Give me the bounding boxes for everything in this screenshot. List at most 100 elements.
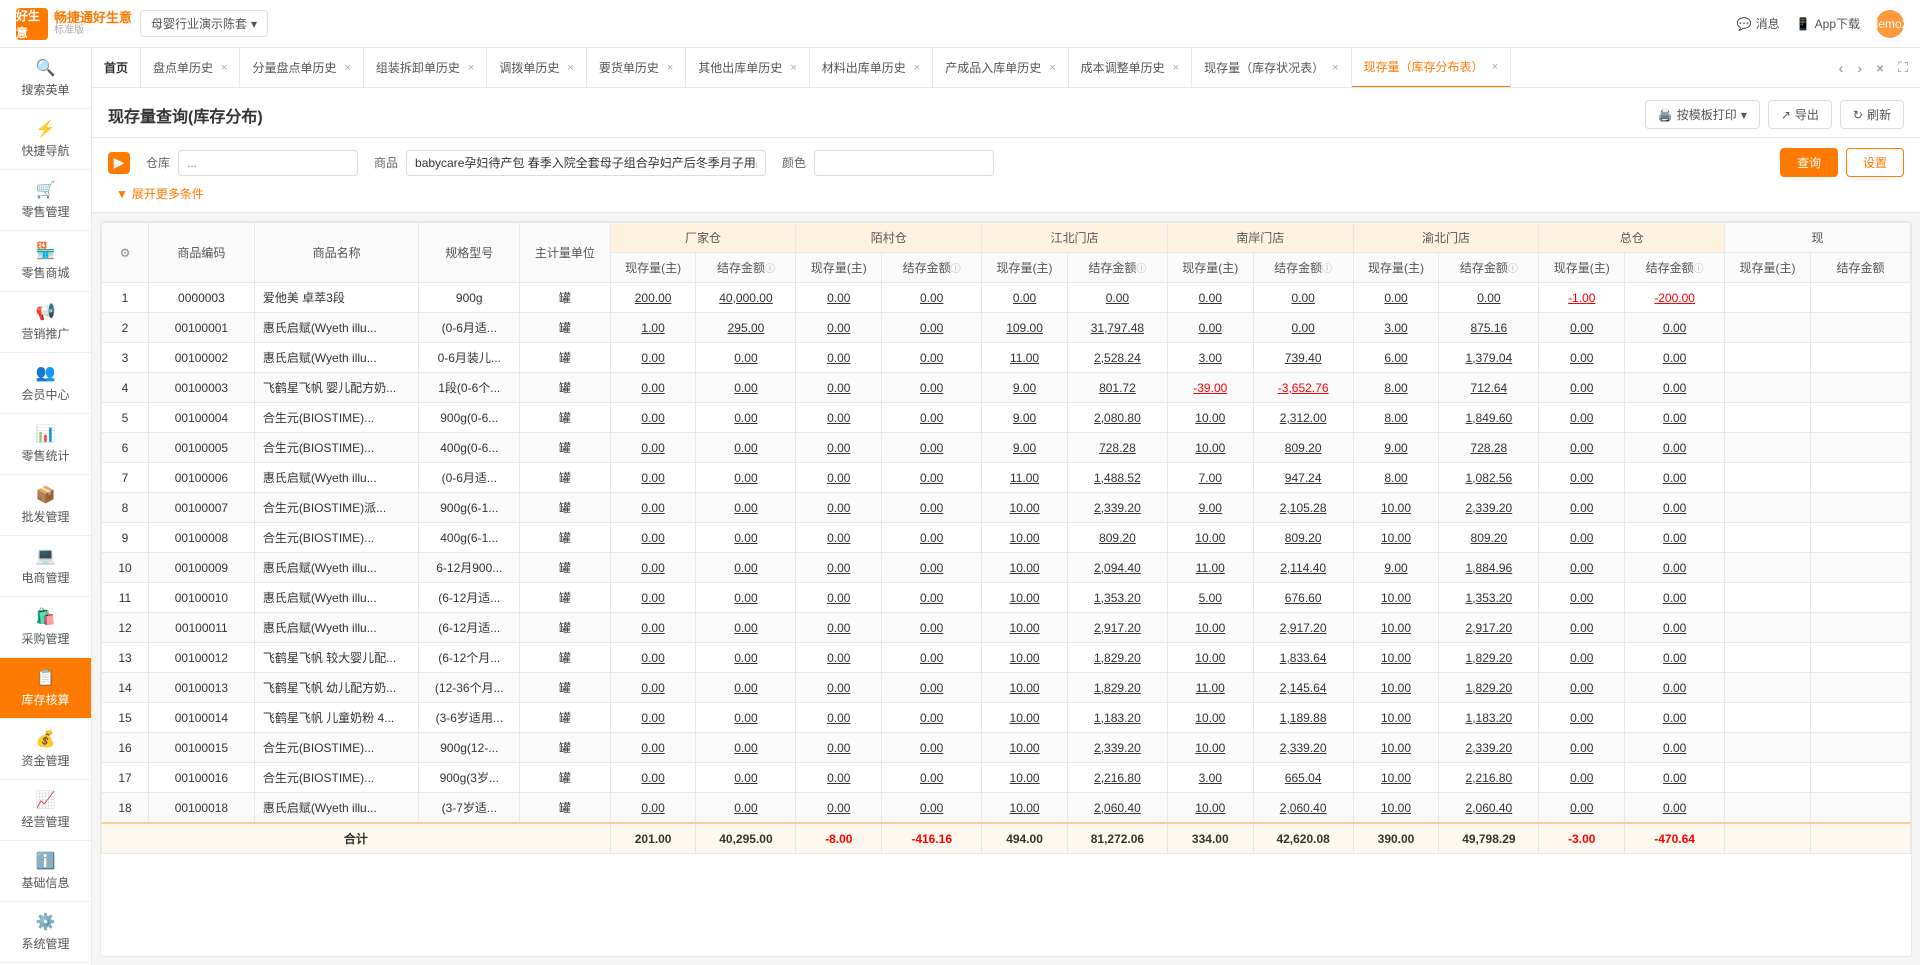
cell-value[interactable]: 0.00 bbox=[1570, 381, 1593, 395]
cell-value[interactable]: 1,829.20 bbox=[1466, 651, 1513, 665]
cell-value[interactable]: 0.00 bbox=[827, 471, 850, 485]
close-tab-7[interactable]: × bbox=[1049, 62, 1055, 74]
expand-toggle[interactable]: ▶ bbox=[108, 152, 130, 174]
sidebar-item-marketing[interactable]: 📢 营销推广 bbox=[0, 292, 91, 353]
cell-value[interactable]: 0.00 bbox=[1570, 321, 1593, 335]
cell-value[interactable]: 676.60 bbox=[1285, 591, 1322, 605]
cell-value[interactable]: 0.00 bbox=[1663, 711, 1686, 725]
cell-value[interactable]: 0.00 bbox=[1570, 741, 1593, 755]
cell-value[interactable]: -1.00 bbox=[1568, 291, 1595, 305]
refresh-btn[interactable]: ↻ 刷新 bbox=[1840, 100, 1904, 129]
cell-value[interactable]: 2,339.20 bbox=[1466, 741, 1513, 755]
close-tab-3[interactable]: × bbox=[567, 62, 573, 74]
cell-value[interactable]: 10.00 bbox=[1381, 651, 1411, 665]
cell-value[interactable]: 1,829.20 bbox=[1466, 681, 1513, 695]
cell-value[interactable]: 0.00 bbox=[1663, 771, 1686, 785]
nav-close-all[interactable]: × bbox=[1872, 58, 1888, 78]
cell-value[interactable]: 0.00 bbox=[1663, 561, 1686, 575]
cell-value[interactable]: 0.00 bbox=[1570, 411, 1593, 425]
cell-value[interactable]: 0.00 bbox=[641, 681, 664, 695]
cell-value[interactable]: 0.00 bbox=[827, 591, 850, 605]
cell-value[interactable]: 1,082.56 bbox=[1466, 471, 1513, 485]
cell-value[interactable]: 0.00 bbox=[734, 741, 757, 755]
avatar[interactable]: demo2 bbox=[1876, 10, 1904, 38]
cell-value[interactable]: 0.00 bbox=[734, 351, 757, 365]
cell-value[interactable]: 0.00 bbox=[1570, 681, 1593, 695]
cell-value[interactable]: 0.00 bbox=[734, 531, 757, 545]
cell-value[interactable]: 0.00 bbox=[827, 561, 850, 575]
cell-value[interactable]: 8.00 bbox=[1384, 381, 1407, 395]
cell-value[interactable]: 728.28 bbox=[1099, 441, 1136, 455]
cell-value[interactable]: 1,829.20 bbox=[1094, 681, 1141, 695]
cell-value[interactable]: 0.00 bbox=[920, 321, 943, 335]
cell-value[interactable]: 0.00 bbox=[1663, 531, 1686, 545]
tab-9[interactable]: 现存量（库存状况表） × bbox=[1192, 48, 1351, 88]
app-download-btn[interactable]: 📱 App下载 bbox=[1796, 15, 1860, 32]
cell-value[interactable]: 2,114.40 bbox=[1280, 561, 1326, 575]
cell-value[interactable]: 1,379.04 bbox=[1466, 351, 1513, 365]
cell-value[interactable]: 801.72 bbox=[1099, 381, 1136, 395]
cell-value[interactable]: 0.00 bbox=[827, 321, 850, 335]
cell-value[interactable]: 10.00 bbox=[1381, 771, 1411, 785]
cell-value[interactable]: 2,060.40 bbox=[1280, 801, 1327, 815]
cell-value[interactable]: 0.00 bbox=[734, 471, 757, 485]
cell-value[interactable]: 9.00 bbox=[1384, 441, 1407, 455]
cell-value[interactable]: 0.00 bbox=[1663, 651, 1686, 665]
cell-value[interactable]: 0.00 bbox=[920, 771, 943, 785]
cell-value[interactable]: 0.00 bbox=[827, 771, 850, 785]
settings-btn[interactable]: 设置 bbox=[1846, 148, 1904, 177]
tab-1[interactable]: 分量盘点单历史 × bbox=[240, 48, 363, 88]
info-icon-6[interactable]: ⓘ bbox=[1694, 264, 1704, 275]
cell-value[interactable]: 10.00 bbox=[1010, 741, 1040, 755]
nav-prev[interactable]: ‹ bbox=[1835, 58, 1848, 78]
cell-value[interactable]: 0.00 bbox=[827, 441, 850, 455]
cell-value[interactable]: 0.00 bbox=[734, 711, 757, 725]
sidebar-item-wholesale[interactable]: 📦 批发管理 bbox=[0, 475, 91, 536]
cell-value[interactable]: 0.00 bbox=[827, 501, 850, 515]
table-wrap[interactable]: ⚙ 商品编码 商品名称 规格型号 主计量单位 厂家仓 陌村仓 江北门店 南岸门店… bbox=[100, 221, 1912, 957]
cell-value[interactable]: 0.00 bbox=[734, 411, 757, 425]
cell-value[interactable]: 0.00 bbox=[920, 501, 943, 515]
cell-value[interactable]: 0.00 bbox=[641, 591, 664, 605]
cell-value[interactable]: 0.00 bbox=[641, 621, 664, 635]
cell-value[interactable]: 10.00 bbox=[1010, 501, 1040, 515]
cell-value[interactable]: 0.00 bbox=[1570, 531, 1593, 545]
tab-6[interactable]: 材料出库单历史 × bbox=[810, 48, 933, 88]
cell-value[interactable]: 0.00 bbox=[1199, 321, 1222, 335]
sidebar-item-inventory[interactable]: 📋 库存核算 bbox=[0, 658, 91, 719]
cell-value[interactable]: 0.00 bbox=[641, 561, 664, 575]
cell-value[interactable]: 2,917.20 bbox=[1094, 621, 1141, 635]
cell-value[interactable]: 728.28 bbox=[1471, 441, 1508, 455]
goods-input[interactable] bbox=[406, 150, 766, 176]
info-icon-2[interactable]: ⓘ bbox=[951, 264, 961, 275]
tab-5[interactable]: 其他出库单历史 × bbox=[686, 48, 809, 88]
sidebar-item-finance[interactable]: 💰 资金管理 bbox=[0, 719, 91, 780]
sidebar-item-stats[interactable]: 📊 零售统计 bbox=[0, 414, 91, 475]
color-input[interactable] bbox=[814, 150, 994, 176]
cell-value[interactable]: 0.00 bbox=[734, 441, 757, 455]
close-tab-2[interactable]: × bbox=[468, 62, 474, 74]
cell-value[interactable]: 9.00 bbox=[1013, 441, 1036, 455]
sidebar-item-purchase[interactable]: 🛍️ 采购管理 bbox=[0, 597, 91, 658]
close-tab-9[interactable]: × bbox=[1332, 62, 1338, 74]
cell-value[interactable]: 0.00 bbox=[1663, 351, 1686, 365]
cell-value[interactable]: 0.00 bbox=[920, 531, 943, 545]
cell-value[interactable]: 809.20 bbox=[1099, 531, 1136, 545]
cell-value[interactable]: 1,884.96 bbox=[1466, 561, 1513, 575]
cell-value[interactable]: 10.00 bbox=[1381, 501, 1411, 515]
cell-value[interactable]: 809.20 bbox=[1285, 531, 1322, 545]
cell-value[interactable]: 0.00 bbox=[1663, 471, 1686, 485]
tab-4[interactable]: 要货单历史 × bbox=[587, 48, 686, 88]
cell-value[interactable]: 10.00 bbox=[1010, 561, 1040, 575]
cell-value[interactable]: 2,060.40 bbox=[1466, 801, 1513, 815]
cell-value[interactable]: 0.00 bbox=[920, 291, 943, 305]
cell-value[interactable]: 10.00 bbox=[1195, 711, 1225, 725]
cell-value[interactable]: 10.00 bbox=[1381, 801, 1411, 815]
cell-value[interactable]: 0.00 bbox=[1570, 351, 1593, 365]
cell-value[interactable]: 2,312.00 bbox=[1280, 411, 1327, 425]
cell-value[interactable]: 0.00 bbox=[827, 531, 850, 545]
sidebar-item-quick[interactable]: ⚡ 快捷导航 bbox=[0, 109, 91, 170]
cell-value[interactable]: 9.00 bbox=[1384, 561, 1407, 575]
cell-value[interactable]: 0.00 bbox=[641, 771, 664, 785]
cell-value[interactable]: 9.00 bbox=[1013, 381, 1036, 395]
